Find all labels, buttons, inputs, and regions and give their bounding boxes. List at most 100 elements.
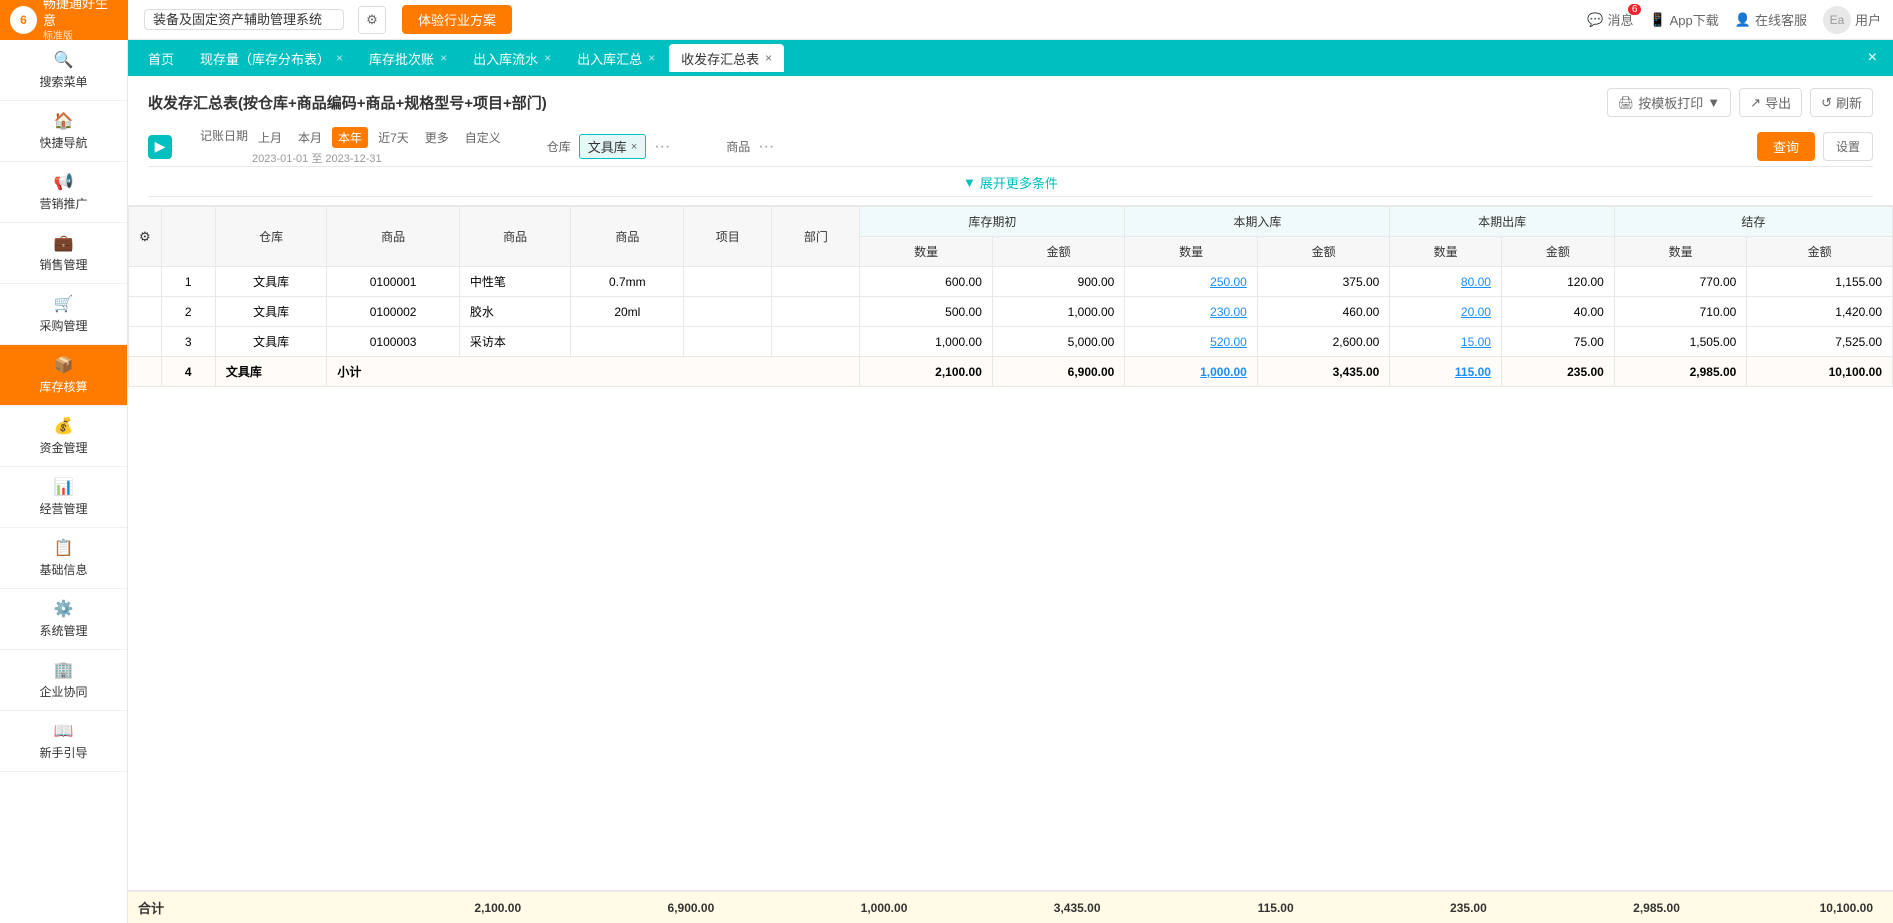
- app-download-item[interactable]: 📱 App下载: [1649, 10, 1718, 29]
- top-bar: 6 畅捷通好生意 标准版 装备及固定资产辅助管理系统 ⚙ 体验行业方案 💬 消息…: [0, 0, 1893, 40]
- filter-expand-button[interactable]: ▶: [148, 135, 172, 159]
- row-settings: [129, 327, 162, 357]
- date-btn-last-month[interactable]: 上月: [252, 127, 288, 148]
- date-btn-this-month[interactable]: 本月: [292, 127, 328, 148]
- system-select[interactable]: 装备及固定资产辅助管理系统: [144, 9, 344, 30]
- total-opening-qty: 2,100.00: [338, 901, 531, 915]
- sidebar-item-quick[interactable]: 🏠 快捷导航: [0, 101, 127, 162]
- print-button[interactable]: 🖨 按模板打印 ▼: [1607, 88, 1731, 117]
- date-btn-more[interactable]: 更多: [419, 127, 455, 148]
- sidebar-item-basic[interactable]: 📋 基础信息: [0, 528, 127, 589]
- sidebar-item-finance[interactable]: 💰 资金管理: [0, 406, 127, 467]
- subtotal-in-qty[interactable]: 1,000.00: [1125, 357, 1257, 387]
- col-out-header: 本期出库: [1390, 207, 1615, 237]
- page-title-row: 收发存汇总表(按仓库+商品编码+商品+规格型号+项目+部门) 🖨 按模板打印 ▼…: [148, 88, 1873, 117]
- row-closing-amt: 1,155.00: [1747, 267, 1893, 297]
- subtotal-out-amt: 235.00: [1501, 357, 1614, 387]
- settings-icon[interactable]: ⚙: [139, 229, 151, 244]
- tab-inventory-dist[interactable]: 现存量（库存分布表） ×: [188, 44, 355, 72]
- tab-close-icon[interactable]: ×: [648, 51, 655, 65]
- tab-home[interactable]: 首页: [136, 44, 186, 72]
- tab-inout-summary[interactable]: 出入库汇总 ×: [565, 44, 667, 72]
- sidebar-item-newuser[interactable]: 📖 新手引导: [0, 711, 127, 772]
- sidebar-item-inventory[interactable]: 📦 库存核算: [0, 345, 127, 406]
- sidebar-item-purchase[interactable]: 🛒 采购管理: [0, 284, 127, 345]
- refresh-icon: ↺: [1821, 95, 1832, 111]
- operations-icon: 📊: [54, 477, 74, 497]
- sidebar-item-sales[interactable]: 💼 销售管理: [0, 223, 127, 284]
- table-footer: 合计 2,100.00 6,900.00 1,000.00 3,435.00 1…: [128, 890, 1893, 923]
- total-closing-qty: 2,985.00: [1497, 901, 1690, 915]
- sidebar-label: 资金管理: [39, 439, 87, 456]
- subtotal-out-qty[interactable]: 115.00: [1390, 357, 1502, 387]
- sidebar-item-marketing[interactable]: 📢 营销推广: [0, 162, 127, 223]
- sidebar-item-search[interactable]: 🔍 搜索菜单: [0, 40, 127, 101]
- col-name-header: 商品: [459, 207, 571, 267]
- finance-icon: 💰: [54, 416, 74, 436]
- tab-close-icon[interactable]: ×: [765, 51, 772, 65]
- row-project: [684, 267, 772, 297]
- sidebar-label: 搜索菜单: [39, 73, 87, 90]
- inventory-icon: 📦: [54, 355, 74, 375]
- row-out-qty[interactable]: 15.00: [1390, 327, 1502, 357]
- sidebar-item-operations[interactable]: 📊 经营管理: [0, 467, 127, 528]
- tab-close-icon[interactable]: ×: [336, 51, 343, 65]
- row-out-qty[interactable]: 20.00: [1390, 297, 1502, 327]
- system-title: 装备及固定资产辅助管理系统 ⚙ 体验行业方案: [144, 5, 512, 34]
- row-in-amt: 375.00: [1257, 267, 1389, 297]
- col-in-qty-header: 数量: [1125, 237, 1257, 267]
- set-button[interactable]: 设置: [1823, 132, 1873, 161]
- message-item[interactable]: 💬 消息 6: [1587, 10, 1633, 29]
- total-out-qty: 115.00: [1111, 901, 1304, 915]
- row-opening-qty: 600.00: [860, 267, 992, 297]
- date-btn-custom[interactable]: 自定义: [459, 127, 507, 148]
- expand-more-button[interactable]: ▼ 展开更多条件: [963, 173, 1058, 192]
- tab-bar-close-button[interactable]: ×: [1860, 49, 1885, 67]
- sidebar-label: 销售管理: [39, 256, 87, 273]
- date-btn-this-year[interactable]: 本年: [332, 127, 368, 148]
- sidebar-item-enterprise[interactable]: 🏢 企业协同: [0, 650, 127, 711]
- query-button[interactable]: 查询: [1757, 132, 1815, 161]
- sidebar-label: 新手引导: [39, 744, 87, 761]
- export-button[interactable]: ↗ 导出: [1739, 88, 1802, 117]
- online-service-item[interactable]: 👤 在线客服: [1735, 10, 1807, 29]
- main-layout: 🔍 搜索菜单 🏠 快捷导航 📢 营销推广 💼 销售管理 🛒 采购管理 📦 库存核…: [0, 40, 1893, 923]
- basic-icon: 📋: [54, 538, 74, 558]
- tab-close-icon[interactable]: ×: [440, 51, 447, 65]
- date-filter-label: 记账日期: [200, 127, 248, 144]
- row-warehouse: 文具库: [215, 327, 327, 357]
- row-no: 2: [161, 297, 215, 327]
- date-filters: 上月 本月 本年 近7天 更多 自定义: [252, 127, 507, 148]
- goods-dots[interactable]: ···: [758, 138, 774, 156]
- sidebar-label: 经营管理: [39, 500, 87, 517]
- goods-label: 商品: [726, 138, 750, 155]
- settings-button[interactable]: ⚙: [358, 6, 386, 34]
- message-badge: 6: [1628, 4, 1642, 15]
- row-no: 3: [161, 327, 215, 357]
- trial-button[interactable]: 体验行业方案: [402, 5, 512, 34]
- row-name: 胶水: [459, 297, 571, 327]
- col-out-amt-header: 金额: [1501, 237, 1614, 267]
- warehouse-dots[interactable]: ···: [654, 138, 670, 156]
- tab-close-icon[interactable]: ×: [544, 51, 551, 65]
- row-closing-amt: 7,525.00: [1747, 327, 1893, 357]
- row-out-qty[interactable]: 80.00: [1390, 267, 1502, 297]
- user-item[interactable]: Ea 用户: [1823, 6, 1881, 34]
- row-no: 1: [161, 267, 215, 297]
- tab-recv-summary[interactable]: 收发存汇总表 ×: [669, 44, 784, 72]
- sales-icon: 💼: [54, 233, 74, 253]
- tab-inout-flow[interactable]: 出入库流水 ×: [461, 44, 563, 72]
- refresh-button[interactable]: ↺ 刷新: [1810, 88, 1873, 117]
- row-settings: [129, 267, 162, 297]
- row-in-qty[interactable]: 250.00: [1125, 267, 1257, 297]
- tab-batch[interactable]: 库存批次账 ×: [357, 44, 459, 72]
- row-in-qty[interactable]: 230.00: [1125, 297, 1257, 327]
- warehouse-tag[interactable]: 文具库 ×: [579, 134, 646, 159]
- col-warehouse-header: 仓库: [215, 207, 327, 267]
- col-settings-header[interactable]: ⚙: [129, 207, 162, 267]
- date-btn-7days[interactable]: 近7天: [372, 127, 415, 148]
- row-in-qty[interactable]: 520.00: [1125, 327, 1257, 357]
- warehouse-tag-close-icon[interactable]: ×: [631, 141, 637, 153]
- sidebar-item-system[interactable]: ⚙️ 系统管理: [0, 589, 127, 650]
- data-table: ⚙ 仓库 商品 商品 商品 项目 部门 库存期初 本期入库 本期出库: [128, 206, 1893, 387]
